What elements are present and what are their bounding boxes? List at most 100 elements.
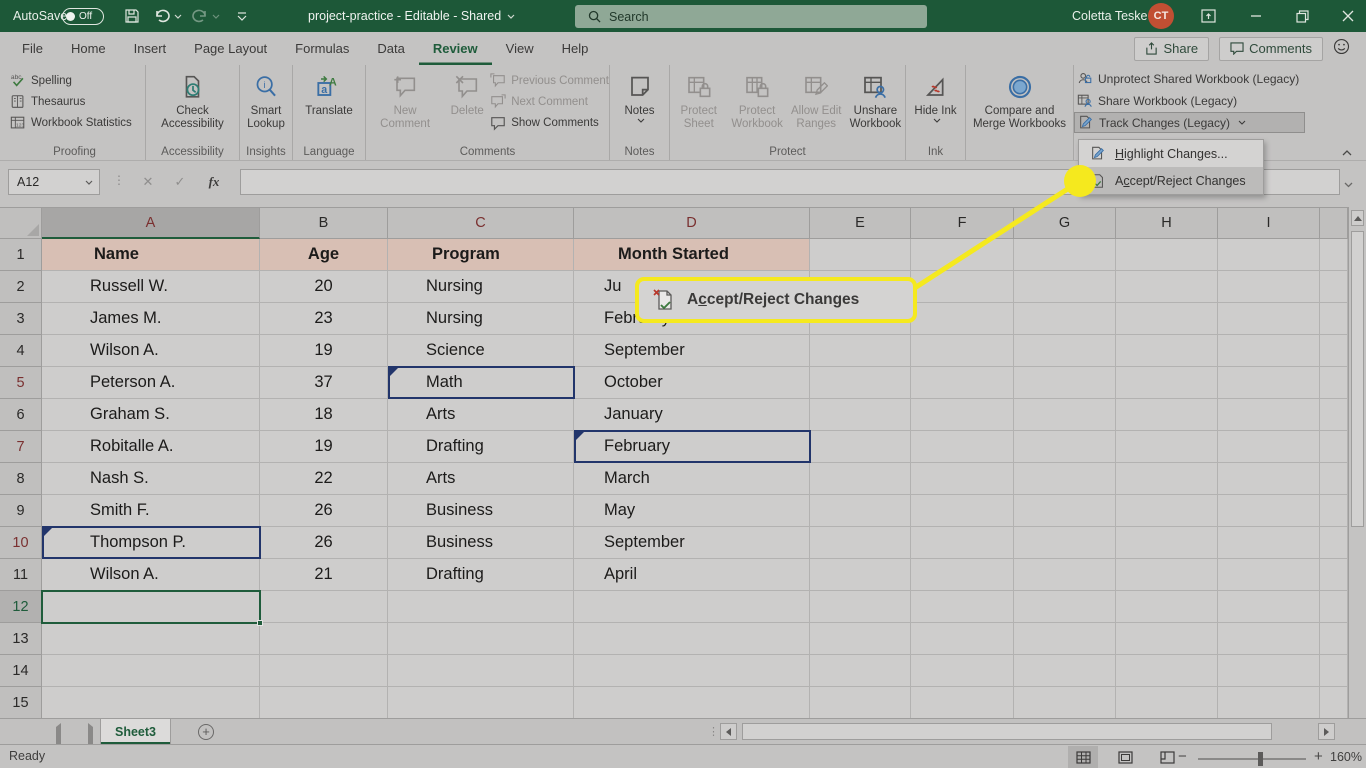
cell-H12[interactable] [1116, 591, 1218, 623]
cell-D6[interactable]: January [574, 399, 810, 431]
cell-F8[interactable] [911, 463, 1014, 495]
cell-tail-6[interactable] [1320, 399, 1348, 431]
cell-G1[interactable] [1014, 239, 1116, 271]
tab-formulas[interactable]: Formulas [281, 32, 363, 65]
cell-I12[interactable] [1218, 591, 1320, 623]
cell-D9[interactable]: May [574, 495, 810, 527]
cell-A4[interactable]: Wilson A. [42, 335, 260, 367]
cell-C3[interactable]: Nursing [388, 303, 574, 335]
avatar[interactable]: CT [1148, 3, 1174, 29]
row-header-12[interactable]: 12 [0, 591, 42, 623]
minimize-button[interactable] [1244, 0, 1268, 32]
cell-A7[interactable]: Robitalle A. [42, 431, 260, 463]
hscroll-splitter[interactable]: ⋮ [708, 725, 720, 738]
cell-F5[interactable] [911, 367, 1014, 399]
cell-E9[interactable] [810, 495, 911, 527]
ribbon-button-unprotect-shared-workbook-legacy-[interactable]: Unprotect Shared Workbook (Legacy) [1074, 68, 1305, 89]
row-header-8[interactable]: 8 [0, 463, 42, 495]
cell-E7[interactable] [810, 431, 911, 463]
autosave-toggle[interactable]: Off [62, 8, 104, 25]
cell-C5[interactable]: Math [388, 367, 574, 399]
name-box[interactable]: A12 [8, 169, 100, 195]
cell-tail-1[interactable] [1320, 239, 1348, 271]
undo-icon[interactable] [150, 0, 174, 32]
ribbon-display-options-icon[interactable] [1196, 0, 1220, 32]
cell-A2[interactable]: Russell W. [42, 271, 260, 303]
cell-A8[interactable]: Nash S. [42, 463, 260, 495]
cell-B6[interactable]: 18 [260, 399, 388, 431]
cell-B15[interactable] [260, 687, 388, 718]
cell-A9[interactable]: Smith F. [42, 495, 260, 527]
ribbon-button-smart-lookup[interactable]: i Smart Lookup [240, 69, 292, 131]
cell-H5[interactable] [1116, 367, 1218, 399]
cell-I3[interactable] [1218, 303, 1320, 335]
cell-F1[interactable] [911, 239, 1014, 271]
cell-C9[interactable]: Business [388, 495, 574, 527]
page-layout-view-button[interactable] [1110, 746, 1140, 768]
cell-H7[interactable] [1116, 431, 1218, 463]
cell-B7[interactable]: 19 [260, 431, 388, 463]
title-chevron-icon[interactable] [507, 14, 515, 19]
close-button[interactable] [1336, 0, 1360, 32]
row-header-10[interactable]: 10 [0, 527, 42, 559]
ribbon-button-track-changes-legacy-[interactable]: Track Changes (Legacy) [1074, 112, 1306, 133]
select-all-corner[interactable] [0, 208, 42, 239]
ribbon-button-check-accessibility[interactable]: Check Accessibility [153, 69, 233, 131]
cell-G3[interactable] [1014, 303, 1116, 335]
cell-E14[interactable] [810, 655, 911, 687]
ribbon-button-workbook-statistics[interactable]: 123 Workbook Statistics [10, 115, 132, 131]
cell-F4[interactable] [911, 335, 1014, 367]
tab-home[interactable]: Home [57, 32, 120, 65]
vertical-scrollbar-thumb[interactable] [1351, 231, 1364, 527]
cell-C11[interactable]: Drafting [388, 559, 574, 591]
ribbon-button-notes[interactable]: Notes [617, 69, 663, 123]
cell-F13[interactable] [911, 623, 1014, 655]
column-header-partial[interactable] [1320, 208, 1348, 239]
cell-D10[interactable]: September [574, 527, 810, 559]
vertical-scrollbar[interactable] [1348, 207, 1366, 718]
cell-tail-11[interactable] [1320, 559, 1348, 591]
search-input[interactable]: Search [575, 5, 927, 28]
column-header-a[interactable]: A [42, 208, 260, 239]
column-header-b[interactable]: B [260, 208, 388, 239]
cell-A13[interactable] [42, 623, 260, 655]
cell-F3[interactable] [911, 303, 1014, 335]
column-header-g[interactable]: G [1014, 208, 1116, 239]
scroll-right-icon[interactable] [1318, 723, 1335, 740]
menu-item-accept-reject-changes[interactable]: Accept/Reject Changes [1079, 167, 1263, 194]
cell-D12[interactable] [574, 591, 810, 623]
ribbon-button-compare-and-merge-workbooks[interactable]: Compare and Merge Workbooks [966, 69, 1073, 131]
row-header-5[interactable]: 5 [0, 367, 42, 399]
ribbon-button-unshare-workbook[interactable]: Unshare Workbook [846, 69, 905, 131]
user-name[interactable]: Coletta Teske [1072, 0, 1148, 32]
cell-H9[interactable] [1116, 495, 1218, 527]
cell-E13[interactable] [810, 623, 911, 655]
cell-I8[interactable] [1218, 463, 1320, 495]
cell-I7[interactable] [1218, 431, 1320, 463]
cell-tail-5[interactable] [1320, 367, 1348, 399]
cell-A12[interactable] [42, 591, 260, 623]
cell-E4[interactable] [810, 335, 911, 367]
cell-E1[interactable] [810, 239, 911, 271]
zoom-slider-thumb[interactable] [1258, 752, 1263, 766]
ribbon-button-spelling[interactable]: abc Spelling [10, 73, 132, 89]
zoom-in-button[interactable]: + [1314, 748, 1323, 765]
cell-I11[interactable] [1218, 559, 1320, 591]
cell-tail-7[interactable] [1320, 431, 1348, 463]
cell-F15[interactable] [911, 687, 1014, 718]
quick-access-toolbar-chevron-icon[interactable] [230, 0, 254, 32]
zoom-slider[interactable] [1198, 758, 1306, 760]
cell-I10[interactable] [1218, 527, 1320, 559]
ribbon-button-share-workbook-legacy-[interactable]: Share Workbook (Legacy) [1074, 90, 1305, 111]
cell-C7[interactable]: Drafting [388, 431, 574, 463]
cell-H8[interactable] [1116, 463, 1218, 495]
row-header-11[interactable]: 11 [0, 559, 42, 591]
cell-A14[interactable] [42, 655, 260, 687]
sheet-nav-left-icon[interactable] [56, 723, 61, 748]
cell-G8[interactable] [1014, 463, 1116, 495]
cell-C12[interactable] [388, 591, 574, 623]
cell-I1[interactable] [1218, 239, 1320, 271]
ribbon-button-hide-ink[interactable]: Hide Ink [910, 69, 960, 123]
cell-E15[interactable] [810, 687, 911, 718]
scroll-left-icon[interactable] [720, 723, 737, 740]
